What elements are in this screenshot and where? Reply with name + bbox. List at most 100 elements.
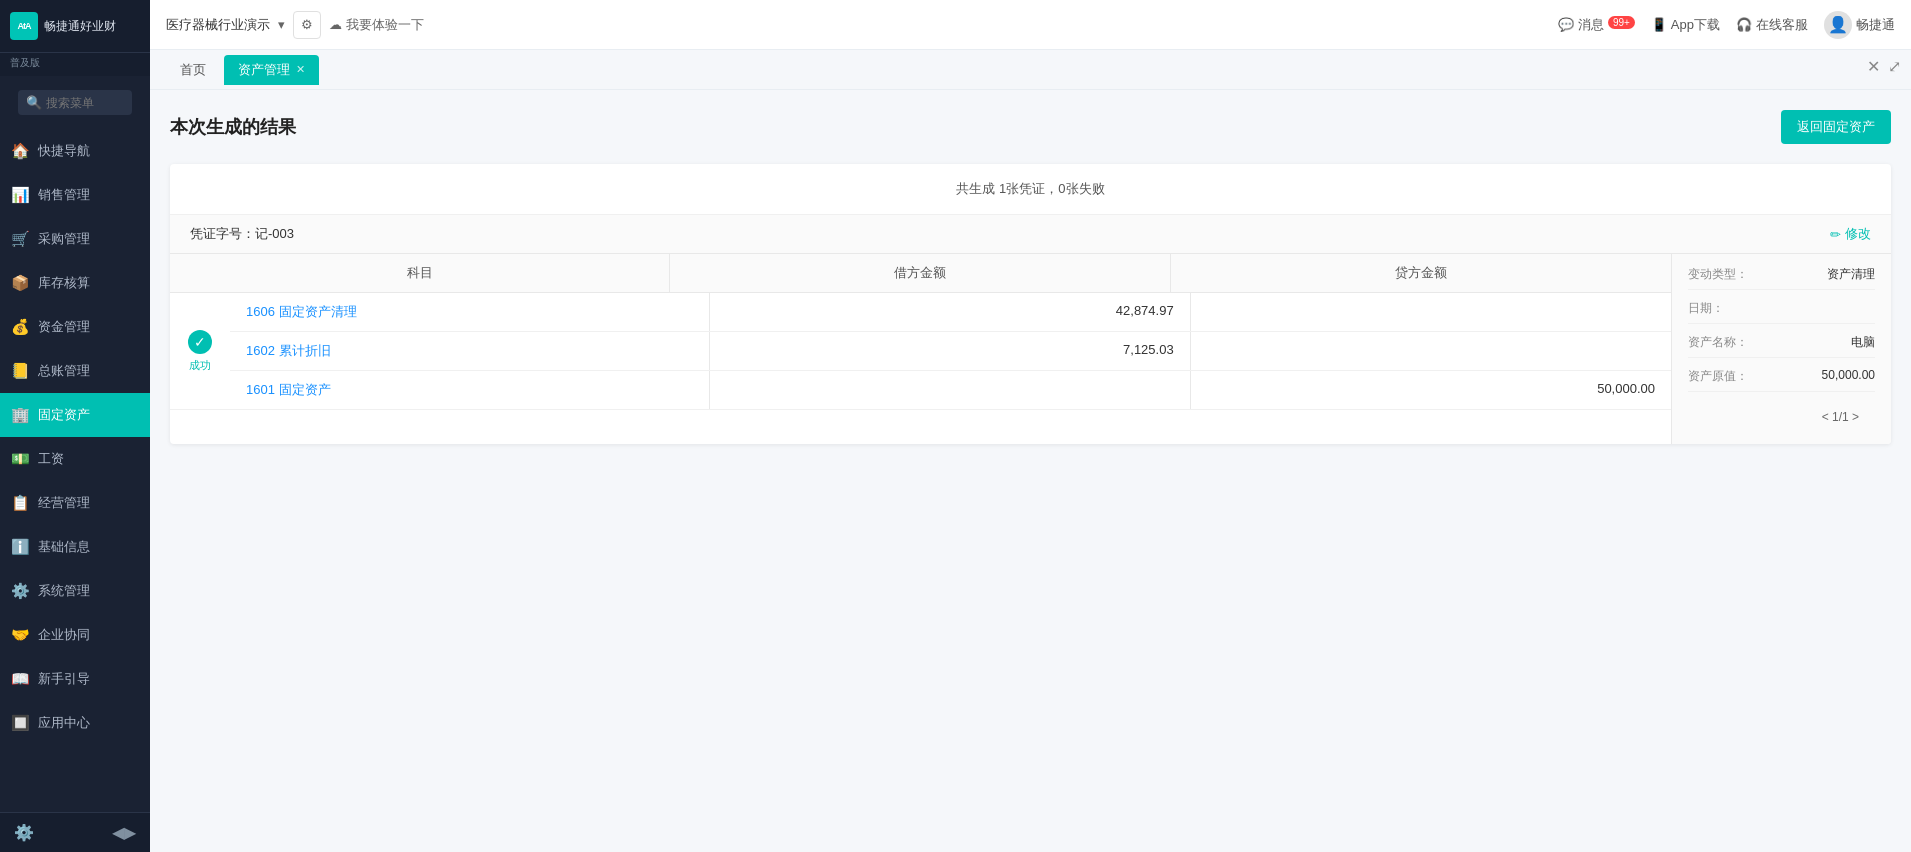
edit-icon: ✏ (1830, 227, 1841, 242)
sidebar-item-sales[interactable]: 📊 销售管理 (0, 173, 150, 217)
purchase-icon: 🛒 (10, 229, 30, 249)
table-rows: 1606 固定资产清理 42,874.97 1602 累计折旧 7,125.03 (230, 293, 1671, 409)
sidebar-label-basic-info: 基础信息 (38, 538, 90, 556)
sidebar-item-payroll[interactable]: 💵 工资 (0, 437, 150, 481)
sidebar-item-management[interactable]: 📋 经营管理 (0, 481, 150, 525)
guide-icon: 📖 (10, 669, 30, 689)
sidebar-label-inventory: 库存核算 (38, 274, 90, 292)
result-summary: 共生成 1张凭证，0张失败 (170, 164, 1891, 215)
sidebar-label-system: 系统管理 (38, 582, 90, 600)
home-icon: 🏠 (10, 141, 30, 161)
voucher-section: 凭证字号：记-003 ✏ 修改 科目 借方金额 贷方金额 (170, 215, 1891, 444)
status-text: 成功 (189, 358, 211, 373)
sidebar-item-funds[interactable]: 💰 资金管理 (0, 305, 150, 349)
logo-text: 畅捷通好业财 (44, 18, 116, 35)
tabbar: 首页 资产管理 ✕ (150, 50, 1911, 90)
rp-change-type-label: 变动类型： (1688, 266, 1748, 283)
close-window-icon[interactable]: ✕ (1867, 57, 1880, 76)
management-icon: 📋 (10, 493, 30, 513)
cell-subject-3[interactable]: 1601 固定资产 (230, 371, 710, 409)
edit-button[interactable]: ✏ 修改 (1830, 225, 1871, 243)
app-download-button[interactable]: 📱 App下载 (1651, 16, 1720, 34)
settings-footer-icon[interactable]: ⚙️ (14, 823, 34, 842)
right-panel: 变动类型： 资产清理 日期： 资产名称： 电脑 资产原值： (1671, 254, 1891, 444)
sidebar-item-purchase[interactable]: 🛒 采购管理 (0, 217, 150, 261)
tab-asset-mgmt-label: 资产管理 (238, 61, 290, 79)
return-button[interactable]: 返回固定资产 (1781, 110, 1891, 144)
topbar-left: 医疗器械行业演示 ▾ ⚙ ☁ 我要体验一下 (166, 11, 424, 39)
sidebar-label-sales: 销售管理 (38, 186, 90, 204)
sidebar-label-enterprise: 企业协同 (38, 626, 90, 644)
app-center-icon: 🔲 (10, 713, 30, 733)
tab-home[interactable]: 首页 (166, 55, 220, 85)
customer-service-button[interactable]: 🎧 在线客服 (1736, 16, 1808, 34)
expand-window-icon[interactable]: ⤢ (1888, 57, 1901, 76)
payroll-icon: 💵 (10, 449, 30, 469)
notification-button[interactable]: 💬 消息 99+ (1558, 16, 1635, 34)
search-input[interactable] (46, 96, 124, 110)
voucher-header: 凭证字号：记-003 ✏ 修改 (170, 215, 1891, 254)
sidebar-item-app-center[interactable]: 🔲 应用中心 (0, 701, 150, 745)
col-header-subject: 科目 (170, 254, 670, 292)
fixed-assets-icon: 🏢 (10, 405, 30, 425)
sidebar-item-system[interactable]: ⚙️ 系统管理 (0, 569, 150, 613)
col-header-debit: 借方金额 (670, 254, 1170, 292)
rp-asset-original-label: 资产原值： (1688, 368, 1748, 385)
pagination[interactable]: < 1/1 > (1688, 402, 1875, 432)
sidebar-footer: ⚙️ ◀▶ (0, 812, 150, 852)
result-card: 共生成 1张凭证，0张失败 凭证字号：记-003 ✏ 修改 科目 借 (170, 164, 1891, 444)
sidebar-item-general-ledger[interactable]: 📒 总账管理 (0, 349, 150, 393)
collapse-icon[interactable]: ◀▶ (112, 823, 136, 842)
sidebar-item-inventory[interactable]: 📦 库存核算 (0, 261, 150, 305)
success-icon: ✓ (188, 330, 212, 354)
sidebar-item-fixed-assets[interactable]: 🏢 固定资产 (0, 393, 150, 437)
notification-icon: 💬 (1558, 17, 1574, 32)
ledger-icon: 📒 (10, 361, 30, 381)
cell-subject-2[interactable]: 1602 累计折旧 (230, 332, 710, 370)
cell-debit-3 (710, 371, 1190, 409)
user-info[interactable]: 👤 畅捷通 (1824, 11, 1895, 39)
cell-debit-2: 7,125.03 (710, 332, 1190, 370)
edition-label: 普及版 (0, 53, 150, 76)
sidebar-label-funds: 资金管理 (38, 318, 90, 336)
sidebar-scroll: 🔍 🏠 快捷导航 📊 销售管理 🛒 采购管理 📦 库存核算 💰 资金管理 📒 总… (0, 76, 150, 812)
sidebar-logo: AtA 畅捷通好业财 (0, 0, 150, 53)
customer-service-label: 在线客服 (1756, 16, 1808, 34)
sidebar: AtA 畅捷通好业财 普及版 🔍 🏠 快捷导航 📊 销售管理 🛒 采购管理 📦 … (0, 0, 150, 852)
system-icon: ⚙️ (10, 581, 30, 601)
edit-label: 修改 (1845, 225, 1871, 243)
cell-credit-2 (1191, 332, 1671, 370)
gear-icon: ⚙ (301, 17, 313, 32)
cell-credit-3: 50,000.00 (1191, 371, 1671, 409)
dropdown-arrow-icon[interactable]: ▾ (278, 17, 285, 32)
sidebar-item-quick-nav[interactable]: 🏠 快捷导航 (0, 129, 150, 173)
sidebar-label-payroll: 工资 (38, 450, 64, 468)
table-row: 1602 累计折旧 7,125.03 (230, 332, 1671, 371)
rp-asset-original: 资产原值： 50,000.00 (1688, 368, 1875, 392)
topbar-right: 💬 消息 99+ 📱 App下载 🎧 在线客服 👤 畅捷通 (1558, 11, 1895, 39)
sidebar-item-basic-info[interactable]: ℹ️ 基础信息 (0, 525, 150, 569)
avatar: 👤 (1824, 11, 1852, 39)
sidebar-item-enterprise[interactable]: 🤝 企业协同 (0, 613, 150, 657)
rp-change-type: 变动类型： 资产清理 (1688, 266, 1875, 290)
settings-button[interactable]: ⚙ (293, 11, 321, 39)
rp-asset-name-value: 电脑 (1851, 334, 1875, 351)
cloud-icon: ☁ (329, 17, 342, 32)
cell-subject-1[interactable]: 1606 固定资产清理 (230, 293, 710, 331)
tab-close-icon[interactable]: ✕ (296, 63, 305, 76)
experience-label: 我要体验一下 (346, 16, 424, 34)
funds-icon: 💰 (10, 317, 30, 337)
headset-icon: 🎧 (1736, 17, 1752, 32)
app-download-label: App下载 (1671, 16, 1720, 34)
tab-asset-mgmt[interactable]: 资产管理 ✕ (224, 55, 319, 85)
rp-date: 日期： (1688, 300, 1875, 324)
main-wrapper: 医疗器械行业演示 ▾ ⚙ ☁ 我要体验一下 💬 消息 99+ 📱 App下载 🎧 (150, 0, 1911, 852)
sidebar-label-quick-nav: 快捷导航 (38, 142, 90, 160)
sidebar-item-guide[interactable]: 📖 新手引导 (0, 657, 150, 701)
experience-button[interactable]: ☁ 我要体验一下 (329, 16, 424, 34)
voucher-table: 科目 借方金额 贷方金额 ✓ 成功 16 (170, 254, 1891, 444)
rp-asset-name-label: 资产名称： (1688, 334, 1748, 351)
page-title: 本次生成的结果 (170, 115, 296, 139)
sidebar-search-container[interactable]: 🔍 (0, 76, 150, 129)
sales-icon: 📊 (10, 185, 30, 205)
